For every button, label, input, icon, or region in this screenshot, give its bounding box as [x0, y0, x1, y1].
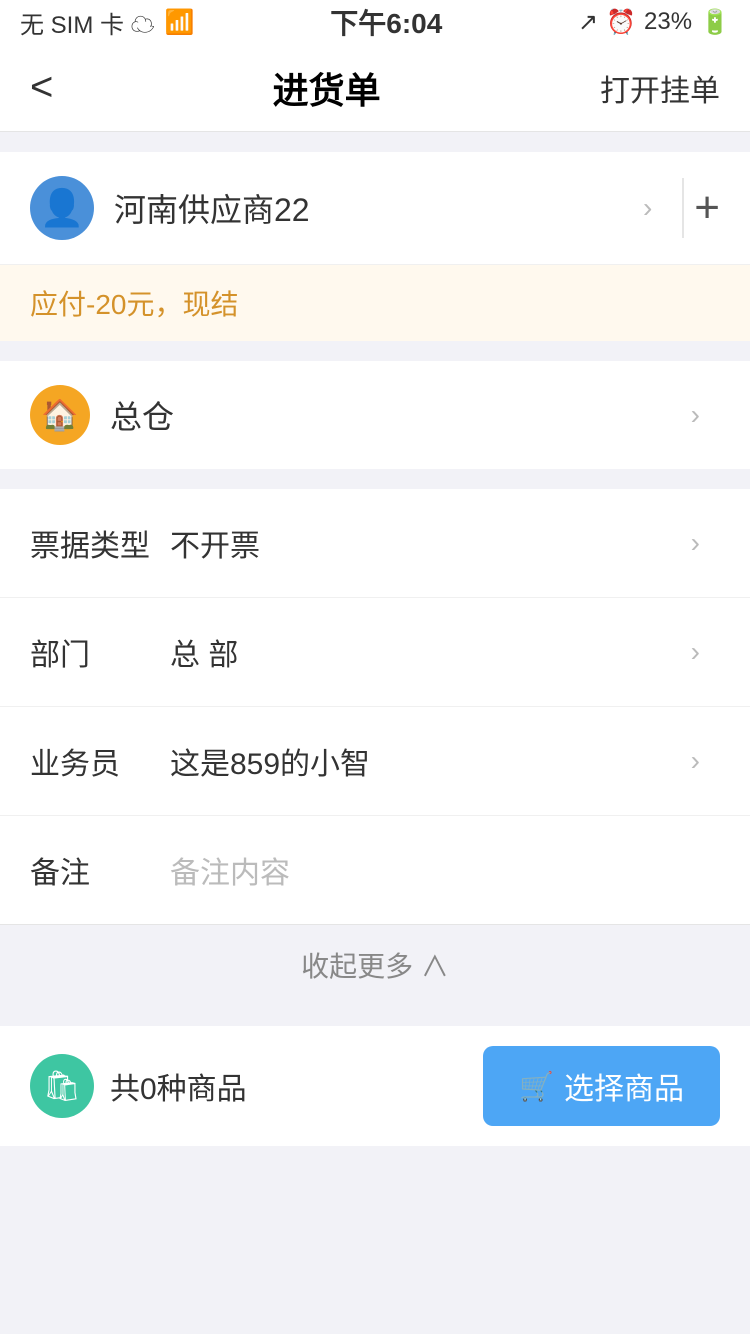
notice-text: 应付-20元，现结: [30, 289, 238, 320]
department-row[interactable]: 部门 总 部 ›: [0, 597, 750, 706]
status-bar: 无 SIM 卡 ☁ 📶 下午6:04 ↗ ⏰ 23% 🔋: [0, 0, 750, 44]
collapse-button[interactable]: 收起更多 ∧: [0, 924, 750, 1004]
open-pending-button[interactable]: 打开挂单: [600, 66, 720, 110]
supplier-name: 河南供应商22: [114, 185, 643, 231]
section-gap-3: [0, 469, 750, 489]
chevron-right-icon: ›: [643, 192, 652, 224]
salesman-value: 这是859的小智: [170, 739, 691, 783]
vertical-divider: [682, 178, 684, 238]
salesman-row[interactable]: 业务员 这是859的小智 ›: [0, 706, 750, 815]
location-icon: ↗: [578, 8, 598, 37]
supplier-section: 👤 河南供应商22 › + 应付-20元，现结: [0, 152, 750, 341]
collapse-label: 收起更多 ∧: [301, 945, 449, 985]
warehouse-section: 🏠 总仓 ›: [0, 361, 750, 469]
warehouse-chevron-icon: ›: [691, 399, 700, 431]
salesman-chevron-icon: ›: [691, 745, 700, 777]
remark-row[interactable]: 备注 备注内容: [0, 815, 750, 924]
warehouse-row[interactable]: 🏠 总仓 ›: [0, 361, 750, 469]
product-count: 共0种商品: [110, 1064, 247, 1108]
wifi-icon: 📶: [165, 8, 195, 37]
back-button[interactable]: <: [30, 65, 53, 110]
product-left: 🛍 共0种商品: [30, 1054, 247, 1118]
alarm-icon: ⏰: [606, 8, 636, 37]
department-chevron-icon: ›: [691, 636, 700, 668]
section-gap-1: [0, 132, 750, 152]
status-time: 下午6:04: [330, 2, 442, 42]
supplier-avatar: 👤: [30, 176, 94, 240]
section-gap-2: [0, 341, 750, 361]
remark-label: 备注: [30, 848, 170, 892]
select-product-icon: 🛒: [519, 1070, 554, 1103]
warehouse-icon-wrap: 🏠: [30, 385, 90, 445]
remark-input[interactable]: 备注内容: [170, 848, 720, 892]
select-product-label: 选择商品: [564, 1064, 684, 1108]
department-value: 总 部: [170, 630, 691, 674]
warehouse-icon: 🏠: [41, 398, 78, 433]
section-gap-4: [0, 1004, 750, 1024]
ticket-type-row[interactable]: 票据类型 不开票 ›: [0, 489, 750, 597]
page-title: 进货单: [273, 62, 381, 114]
supplier-row[interactable]: 👤 河南供应商22 › +: [0, 152, 750, 265]
product-bag-icon: 🛍: [43, 1069, 81, 1104]
ticket-chevron-icon: ›: [691, 527, 700, 559]
product-icon-wrap: 🛍: [30, 1054, 94, 1118]
nav-bar: < 进货单 打开挂单: [0, 44, 750, 132]
battery-icon: 🔋: [700, 8, 730, 37]
status-left: 无 SIM 卡 ☁ 📶: [20, 5, 195, 40]
salesman-label: 业务员: [30, 739, 170, 783]
ticket-type-value: 不开票: [170, 521, 691, 565]
sim-label: 无 SIM 卡 ☁: [20, 5, 155, 40]
status-right: ↗ ⏰ 23% 🔋: [578, 8, 730, 37]
select-product-button[interactable]: 🛒 选择商品: [483, 1046, 720, 1126]
product-bar: 🛍 共0种商品 🛒 选择商品: [0, 1026, 750, 1146]
avatar-icon: 👤: [40, 187, 85, 229]
department-label: 部门: [30, 630, 170, 674]
battery-label: 23%: [644, 8, 692, 36]
form-section: 票据类型 不开票 › 部门 总 部 › 业务员 这是859的小智 › 备注 备注…: [0, 489, 750, 924]
notice-banner: 应付-20元，现结: [0, 265, 750, 341]
ticket-type-label: 票据类型: [30, 521, 170, 565]
add-supplier-button[interactable]: +: [694, 186, 720, 230]
warehouse-name: 总仓: [110, 392, 691, 438]
